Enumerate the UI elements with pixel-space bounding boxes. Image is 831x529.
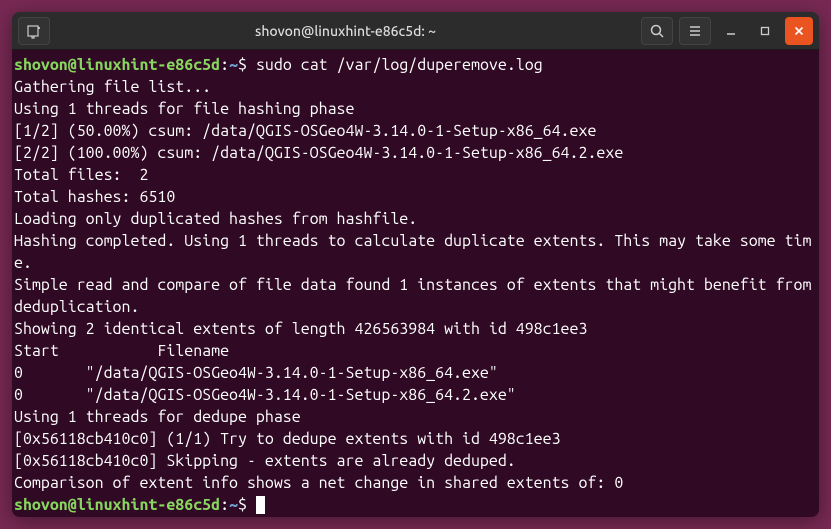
menu-button[interactable] — [679, 17, 711, 45]
prompt-path: ~ — [229, 56, 238, 74]
command-text: sudo cat /var/log/duperemove.log — [247, 56, 543, 74]
prompt-path: ~ — [229, 496, 238, 514]
terminal-body[interactable]: shovon@linuxhint-e86c5d:~$ sudo cat /var… — [12, 50, 819, 517]
titlebar: shovon@linuxhint-e86c5d: ~ — [12, 12, 819, 50]
prompt-colon: : — [220, 496, 229, 514]
new-tab-button[interactable] — [18, 17, 50, 45]
prompt-user: shovon@linuxhint-e86c5d — [14, 496, 220, 514]
prompt-colon: : — [220, 56, 229, 74]
window-title: shovon@linuxhint-e86c5d: ~ — [56, 23, 635, 39]
minimize-icon — [725, 25, 737, 37]
prompt-symbol: $ — [238, 496, 247, 514]
minimize-button[interactable] — [717, 17, 745, 45]
terminal-output: Gathering file list... Using 1 threads f… — [14, 78, 819, 492]
titlebar-right — [641, 17, 813, 45]
maximize-icon — [759, 25, 771, 37]
new-tab-icon — [26, 23, 42, 39]
prompt-symbol: $ — [238, 56, 247, 74]
hamburger-icon — [687, 23, 703, 39]
prompt-user: shovon@linuxhint-e86c5d — [14, 56, 220, 74]
maximize-button[interactable] — [751, 17, 779, 45]
terminal-window: shovon@linuxhint-e86c5d: ~ — [12, 12, 819, 517]
close-icon — [793, 25, 805, 37]
search-icon — [649, 23, 665, 39]
search-button[interactable] — [641, 17, 673, 45]
cursor — [256, 496, 265, 514]
close-button[interactable] — [785, 17, 813, 45]
